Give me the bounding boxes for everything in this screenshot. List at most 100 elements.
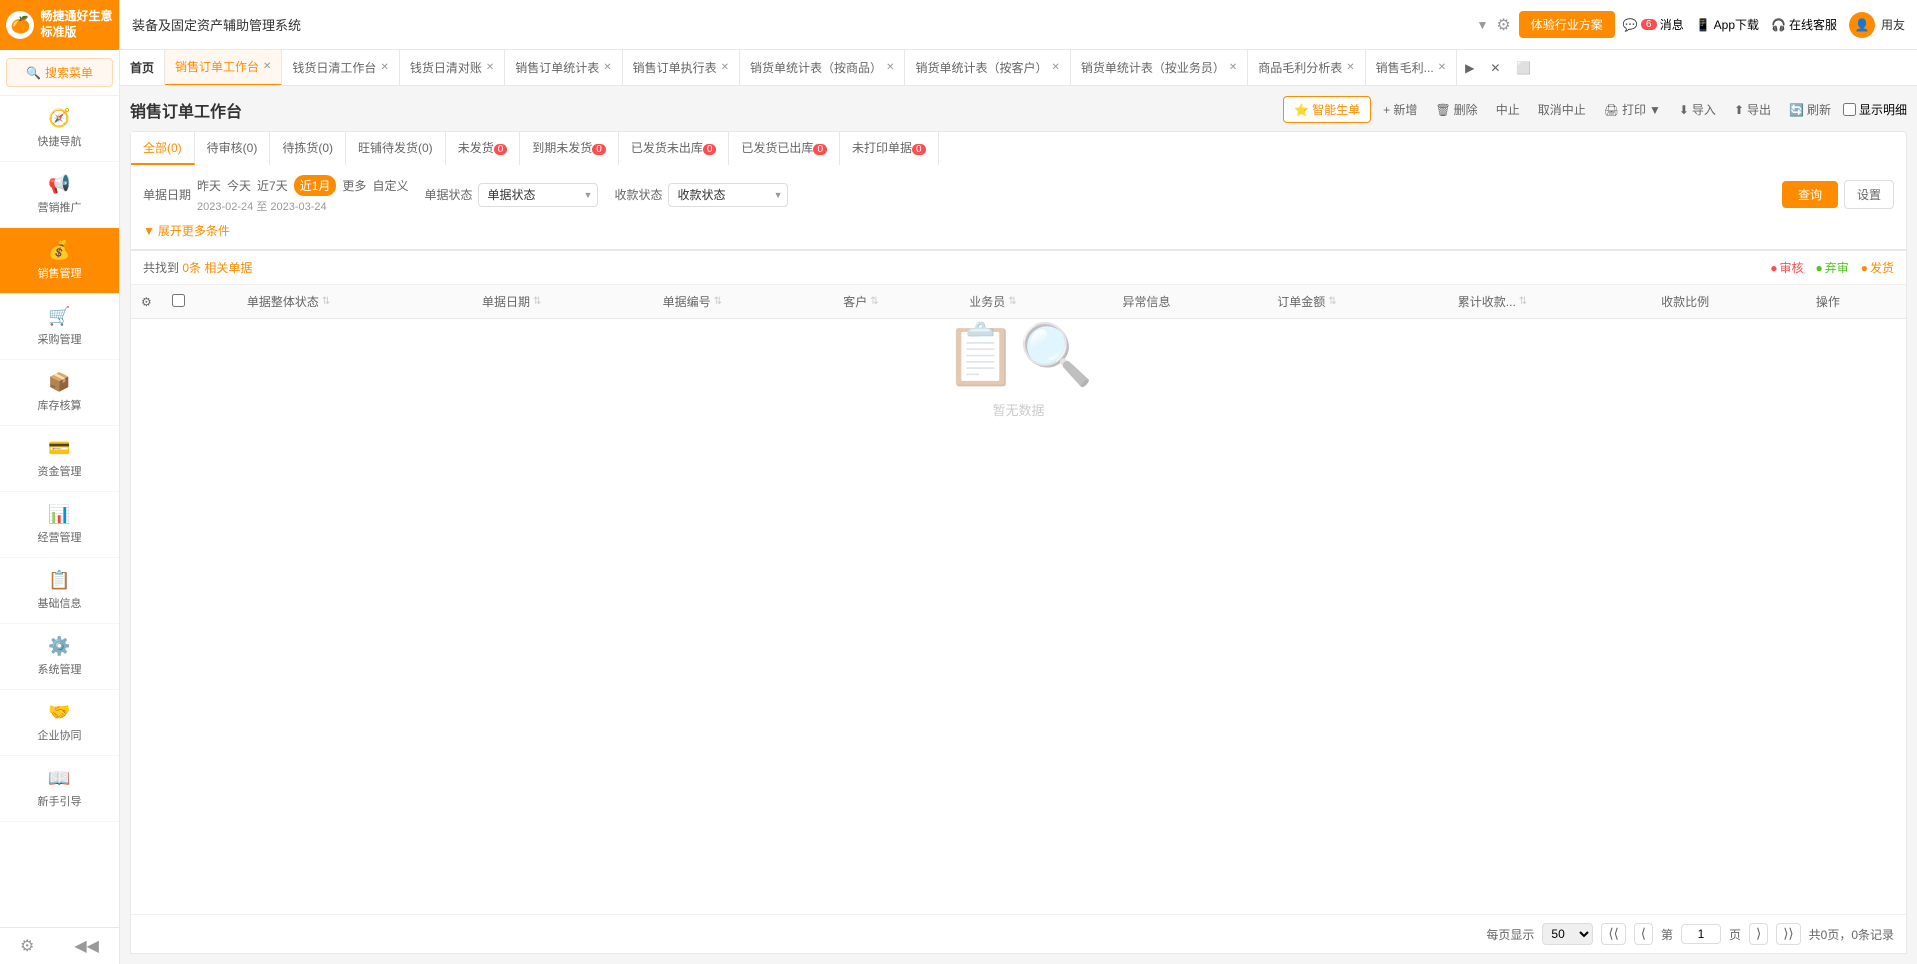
status-select[interactable]: 单据状态: [478, 183, 598, 207]
sub-tab-1[interactable]: 待审核(0): [195, 132, 271, 165]
tab-0[interactable]: 首页: [120, 50, 165, 86]
collapse-button[interactable]: ◀◀: [74, 936, 99, 956]
sidebar-item-营销推广[interactable]: 📢 营销推广: [0, 162, 119, 228]
print-button[interactable]: 🖨 打印 ▼: [1598, 97, 1667, 122]
sort-amount[interactable]: 订单金额 ⇅: [1277, 293, 1438, 310]
sidebar-item-经营管理[interactable]: 📊 经营管理: [0, 492, 119, 558]
date-option-自定义[interactable]: 自定义: [372, 177, 408, 194]
sidebar-item-新手引导[interactable]: 📖 新手引导: [0, 756, 119, 822]
show-detail-checkbox-label[interactable]: 显示明细: [1843, 101, 1907, 118]
import-button[interactable]: ⬇ 导入: [1673, 97, 1722, 122]
tab-close-icon[interactable]: ✕: [1438, 62, 1446, 73]
message-button[interactable]: 💬 6 消息: [1623, 16, 1684, 33]
industry-solution-button[interactable]: 体验行业方案: [1519, 11, 1615, 38]
tab-9[interactable]: 商品毛利分析表✕: [1248, 50, 1365, 86]
sidebar-item-系统管理[interactable]: ⚙️ 系统管理: [0, 624, 119, 690]
user-menu-button[interactable]: 👤 用友: [1849, 12, 1905, 38]
online-service-button[interactable]: 🎧 在线客服: [1771, 16, 1837, 33]
restore-tab[interactable]: ⬜: [1508, 50, 1539, 86]
sort-salesperson[interactable]: 业务员 ⇅: [969, 293, 1102, 310]
column-settings[interactable]: ⚙: [131, 285, 162, 319]
sort-customer[interactable]: 客户 ⇅: [843, 293, 949, 310]
sort-status[interactable]: 单据整体状态 ⇅: [247, 293, 462, 310]
column-checkbox[interactable]: [162, 285, 237, 319]
tab-close-icon[interactable]: ✕: [721, 62, 729, 73]
sub-tab-label: 待拣货(0): [282, 141, 333, 155]
refresh-button[interactable]: 🔄 刷新: [1783, 97, 1837, 122]
settings-icon[interactable]: ⚙: [1496, 15, 1510, 35]
sidebar-item-快捷导航[interactable]: 🧭 快捷导航: [0, 96, 119, 162]
sort-date[interactable]: 单据日期 ⇅: [482, 293, 643, 310]
payment-select[interactable]: 收款状态: [668, 183, 788, 207]
sub-tab-0[interactable]: 全部(0): [131, 132, 195, 165]
export-button[interactable]: ⬆ 导出: [1728, 97, 1777, 122]
sub-tab-8[interactable]: 未打印单据0: [840, 132, 939, 165]
first-page-button[interactable]: ⟨⟨: [1601, 923, 1625, 945]
settings-button[interactable]: ⚙: [20, 936, 34, 956]
query-button[interactable]: 查询: [1782, 181, 1838, 208]
tab-close-icon[interactable]: ✕: [603, 62, 611, 73]
tab-2[interactable]: 钱货日清工作台✕: [282, 50, 399, 86]
sidebar-item-采购管理[interactable]: 🛒 采购管理: [0, 294, 119, 360]
sidebar-item-库存核算[interactable]: 📦 库存核算: [0, 360, 119, 426]
date-option-近7天[interactable]: 近7天: [257, 177, 288, 194]
dropdown-icon[interactable]: ▼: [1476, 18, 1488, 32]
app-download-button[interactable]: 📱 App下载: [1696, 16, 1759, 33]
next-page-button[interactable]: ⟩: [1749, 923, 1768, 945]
delete-button[interactable]: 🗑 删除: [1429, 97, 1483, 122]
sub-tab-2[interactable]: 待拣货(0): [270, 132, 346, 165]
tab-close-icon[interactable]: ✕: [1229, 62, 1237, 73]
prev-page-button[interactable]: ⟨: [1634, 923, 1653, 945]
expand-conditions-button[interactable]: ▼ 展开更多条件: [143, 222, 1894, 239]
tab-6[interactable]: 销货单统计表（按商品）✕: [740, 50, 905, 86]
sub-tab-4[interactable]: 未发货0: [446, 132, 521, 165]
tab-1[interactable]: 销售订单工作台✕: [165, 50, 282, 86]
tab-close-icon[interactable]: ✕: [486, 62, 494, 73]
page-size-select[interactable]: 102050100: [1542, 923, 1593, 945]
cancel-stop-button[interactable]: 取消中止: [1532, 97, 1592, 122]
stop-button[interactable]: 中止: [1490, 97, 1526, 122]
last-page-button[interactable]: ⟩⟩: [1776, 923, 1800, 945]
tab-scroll-right[interactable]: ▶: [1457, 50, 1482, 86]
date-option-更多[interactable]: 更多: [342, 177, 366, 194]
show-detail-checkbox[interactable]: [1843, 103, 1856, 116]
page-number-input[interactable]: [1681, 924, 1721, 944]
tab-3[interactable]: 钱货日清对账✕: [400, 50, 505, 86]
sub-tab-3[interactable]: 旺铺待发货(0): [346, 132, 446, 165]
tab-close-icon[interactable]: ✕: [263, 61, 271, 72]
sidebar-item-资金管理[interactable]: 💳 资金管理: [0, 426, 119, 492]
set-button[interactable]: 设置: [1844, 180, 1894, 209]
sub-tab-6[interactable]: 已发货未出库0: [619, 132, 730, 165]
select-all-checkbox[interactable]: [172, 294, 185, 307]
tab-close-icon[interactable]: ✕: [886, 62, 894, 73]
date-option-今天[interactable]: 今天: [227, 177, 251, 194]
sidebar-item-基础信息[interactable]: 📋 基础信息: [0, 558, 119, 624]
audit-button[interactable]: ● 审核: [1770, 259, 1803, 276]
unapprove-button[interactable]: ● 弃审: [1815, 259, 1848, 276]
tab-10[interactable]: 销售毛利...✕: [1366, 50, 1457, 86]
tab-close-icon[interactable]: ✕: [1051, 62, 1059, 73]
date-option-近1月[interactable]: 近1月: [294, 175, 337, 196]
date-option-昨天[interactable]: 昨天: [197, 177, 221, 194]
tab-5[interactable]: 销售订单执行表✕: [623, 50, 740, 86]
sub-tab-5[interactable]: 到期未发货0: [520, 132, 619, 165]
col-status: 单据整体状态 ⇅: [237, 285, 472, 319]
orders-table: ⚙ 单据整体状态 ⇅: [131, 285, 1906, 319]
new-button[interactable]: + 新增: [1377, 97, 1423, 122]
sort-number[interactable]: 单据编号 ⇅: [663, 293, 824, 310]
sidebar-item-企业协同[interactable]: 🤝 企业协同: [0, 690, 119, 756]
tab-4[interactable]: 销售订单统计表✕: [505, 50, 622, 86]
close-all-tabs[interactable]: ✕: [1482, 50, 1508, 86]
sub-tab-label: 未打印单据: [852, 141, 912, 155]
deliver-button[interactable]: ● 发货: [1861, 259, 1894, 276]
tab-close-icon[interactable]: ✕: [1346, 62, 1354, 73]
tab-7[interactable]: 销货单统计表（按客户）✕: [905, 50, 1070, 86]
column-settings-icon[interactable]: ⚙: [141, 295, 152, 309]
tab-close-icon[interactable]: ✕: [380, 62, 388, 73]
search-menu-button[interactable]: 🔍 搜索菜单: [6, 58, 113, 87]
sidebar-item-销售管理[interactable]: 💰 销售管理: [0, 228, 119, 294]
smart-order-button[interactable]: ⭐ 智能生单: [1283, 96, 1371, 123]
tab-8[interactable]: 销货单统计表（按业务员）✕: [1071, 50, 1248, 86]
sort-payment[interactable]: 累计收款... ⇅: [1458, 293, 1641, 310]
sub-tab-7[interactable]: 已发货已出库0: [729, 132, 840, 165]
